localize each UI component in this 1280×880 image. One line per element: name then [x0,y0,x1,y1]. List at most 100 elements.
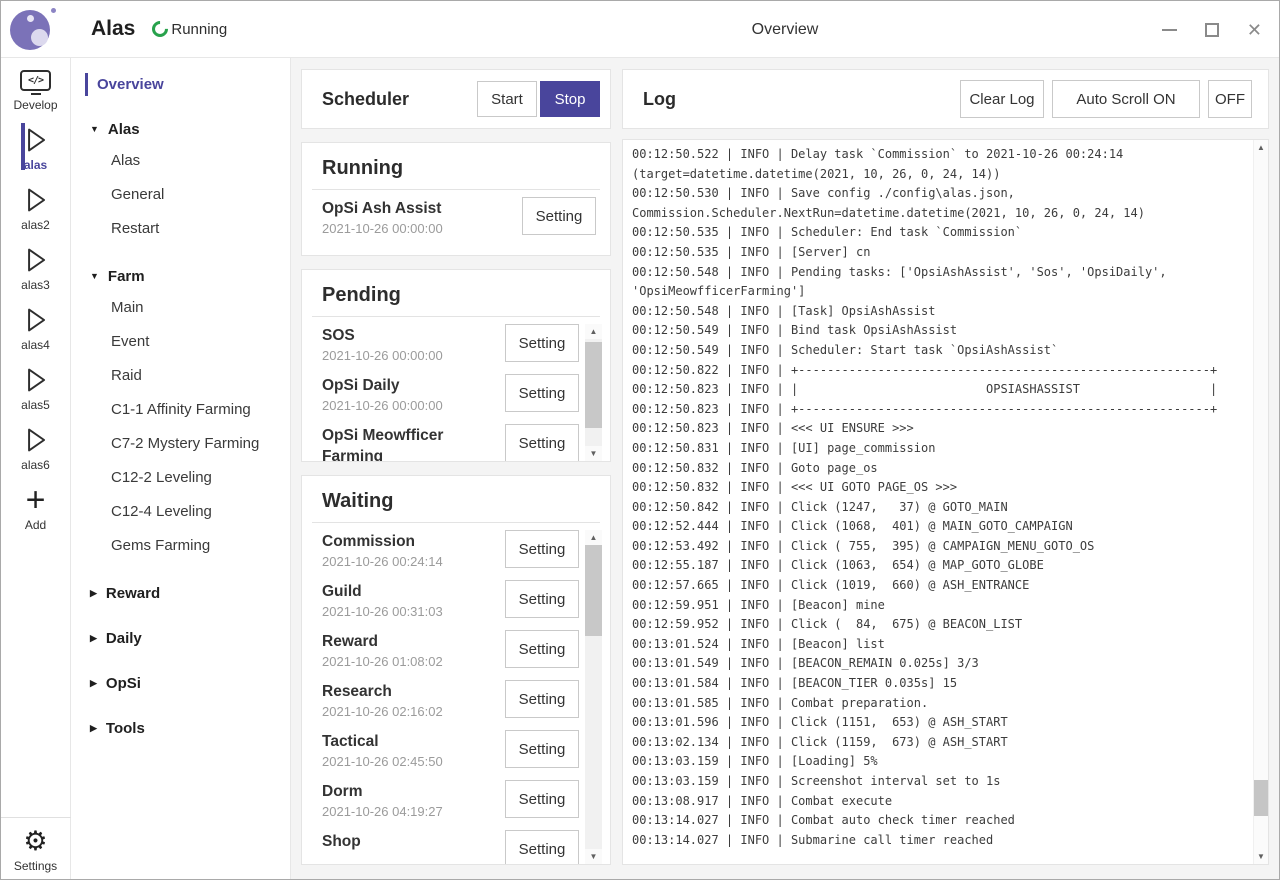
menu-group-header[interactable]: ▶ Tools [71,714,290,742]
sidebar-instance[interactable]: alas2 [21,185,50,232]
pending-task-list: SOS 2021-10-26 00:00:00 Setting OpSi Dai… [310,324,585,461]
menu-item[interactable]: Gems Farming [71,528,290,562]
menu-item[interactable]: Restart [71,211,290,245]
menu-item-label: Gems Farming [111,537,210,554]
task-setting-button[interactable]: Setting [505,730,579,768]
sidebar-instance[interactable]: alas6 [21,425,50,472]
minimize-icon[interactable] [1162,29,1177,31]
menu-group-header[interactable]: ▶ OpSi [71,669,290,697]
menu-item[interactable]: C12-2 Leveling [71,460,290,494]
scroll-down-arrow-icon[interactable]: ▼ [585,446,602,461]
task-name: Guild [322,581,497,602]
play-icon [22,185,50,215]
content-area: Scheduler Start Stop Running OpSi Ash As… [291,58,1279,879]
scroll-down-arrow-icon[interactable]: ▼ [1254,849,1268,864]
running-section-title: Running [322,157,590,180]
sidebar-item-settings[interactable]: ⚙ Settings [1,827,70,873]
menu-item[interactable]: Main [71,290,290,324]
sidebar-item-develop[interactable]: </> Develop [1,70,70,112]
menu-item-label: General [111,186,164,203]
menu-item[interactable]: Raid [71,358,290,392]
menu-item[interactable]: C12-4 Leveling [71,494,290,528]
log-line: 00:12:50.548 | INFO | [Task] OpsiAshAssi… [632,302,1251,322]
sidebar-instance[interactable]: alas3 [21,245,50,292]
task-setting-button[interactable]: Setting [505,424,579,461]
log-scrollbar[interactable]: ▲ ▼ [1253,140,1268,864]
task-setting-button[interactable]: Setting [522,197,596,235]
log-line: 00:12:50.549 | INFO | Scheduler: Start t… [632,341,1251,361]
sidebar-instance[interactable]: alas [21,125,50,172]
log-line: 00:12:55.187 | INFO | Click (1063, 654) … [632,556,1251,576]
task-setting-button[interactable]: Setting [505,780,579,818]
menu-item[interactable]: General [71,177,290,211]
instance-label: alas6 [21,458,50,472]
menu-group-label: Reward [106,585,160,602]
log-line: 00:12:50.823 | INFO | <<< UI ENSURE >>> [632,419,1251,439]
scroll-down-arrow-icon[interactable]: ▼ [585,849,602,864]
task-next-run-time: 2021-10-26 01:08:02 [322,654,505,669]
log-line: 00:12:50.535 | INFO | Scheduler: End tas… [632,223,1251,243]
instance-label: alas3 [21,278,50,292]
group-arrow-icon: ▼ [90,124,99,134]
sidebar-instance[interactable]: alas5 [21,365,50,412]
log-line: 00:12:50.822 | INFO | +-----------------… [632,361,1251,381]
task-row: OpSi Meowfficer Farming Setting [322,424,579,461]
start-button[interactable]: Start [477,81,537,117]
settings-label: Settings [14,859,57,873]
task-menu-sidebar: Overview ▼ Alas Alas General Restart ▼ F… [71,58,291,879]
log-line: 00:12:59.951 | INFO | [Beacon] mine [632,596,1251,616]
task-setting-button[interactable]: Setting [505,374,579,412]
log-line: 00:13:14.027 | INFO | Combat auto check … [632,811,1251,831]
selected-indicator-bar [85,73,88,96]
task-setting-button[interactable]: Setting [505,530,579,568]
scrollbar-track[interactable] [1254,155,1268,849]
menu-item[interactable]: Event [71,324,290,358]
auto-scroll-on-button[interactable]: Auto Scroll ON [1052,80,1200,118]
stop-button[interactable]: Stop [540,81,600,117]
scrollbar-thumb[interactable] [1254,780,1268,816]
menu-item[interactable]: C1-1 Affinity Farming [71,392,290,426]
log-line: 00:13:08.917 | INFO | Combat execute [632,792,1251,812]
task-setting-button[interactable]: Setting [505,324,579,362]
sidebar-instance[interactable]: alas4 [21,305,50,352]
waiting-section: Waiting Commission 2021-10-26 00:24:14 S… [301,475,611,865]
scroll-up-arrow-icon[interactable]: ▲ [585,530,602,545]
task-info: Research 2021-10-26 02:16:02 [322,680,505,719]
close-icon[interactable]: ✕ [1247,21,1262,39]
app-title: Alas [91,17,135,41]
task-setting-button[interactable]: Setting [505,680,579,718]
menu-group-header[interactable]: ▼ Alas [71,115,290,143]
pending-scrollbar[interactable]: ▲ ▼ [585,324,602,461]
menu-group-header[interactable]: ▶ Reward [71,579,290,607]
sidebar-item-add[interactable]: + Add [1,485,70,532]
task-setting-button[interactable]: Setting [505,580,579,618]
menu-item[interactable]: C7-2 Mystery Farming [71,426,290,460]
task-setting-button[interactable]: Setting [505,630,579,668]
log-output: 00:12:50.522 | INFO | Delay task `Commis… [623,140,1253,864]
maximize-icon[interactable] [1205,23,1219,37]
menu-item[interactable]: Alas [71,143,290,177]
log-line: 00:12:50.832 | INFO | Goto page_os [632,459,1251,479]
menu-item-label: C12-4 Leveling [111,503,212,520]
waiting-scrollbar[interactable]: ▲ ▼ [585,530,602,864]
scrollbar-thumb[interactable] [585,342,602,428]
add-label: Add [25,518,46,532]
divider [312,316,600,317]
clear-log-button[interactable]: Clear Log [960,80,1044,118]
scrollbar-track[interactable] [585,545,602,849]
menu-item-overview[interactable]: Overview [71,70,290,98]
task-next-run-time: 2021-10-26 02:45:50 [322,754,505,769]
auto-scroll-off-button[interactable]: OFF [1208,80,1252,118]
task-setting-button[interactable]: Setting [505,830,579,864]
running-section: Running OpSi Ash Assist 2021-10-26 00:00… [301,142,611,256]
scrollbar-track[interactable] [585,339,602,446]
scroll-up-arrow-icon[interactable]: ▲ [1254,140,1268,155]
menu-group-header[interactable]: ▶ Daily [71,624,290,652]
task-row: Dorm 2021-10-26 04:19:27 Setting [322,780,579,830]
menu-group-header[interactable]: ▼ Farm [71,262,290,290]
scrollbar-thumb[interactable] [585,545,602,636]
instance-label: alas5 [21,398,50,412]
scroll-up-arrow-icon[interactable]: ▲ [585,324,602,339]
play-icon [22,125,50,155]
page-title: Overview [291,1,1279,58]
